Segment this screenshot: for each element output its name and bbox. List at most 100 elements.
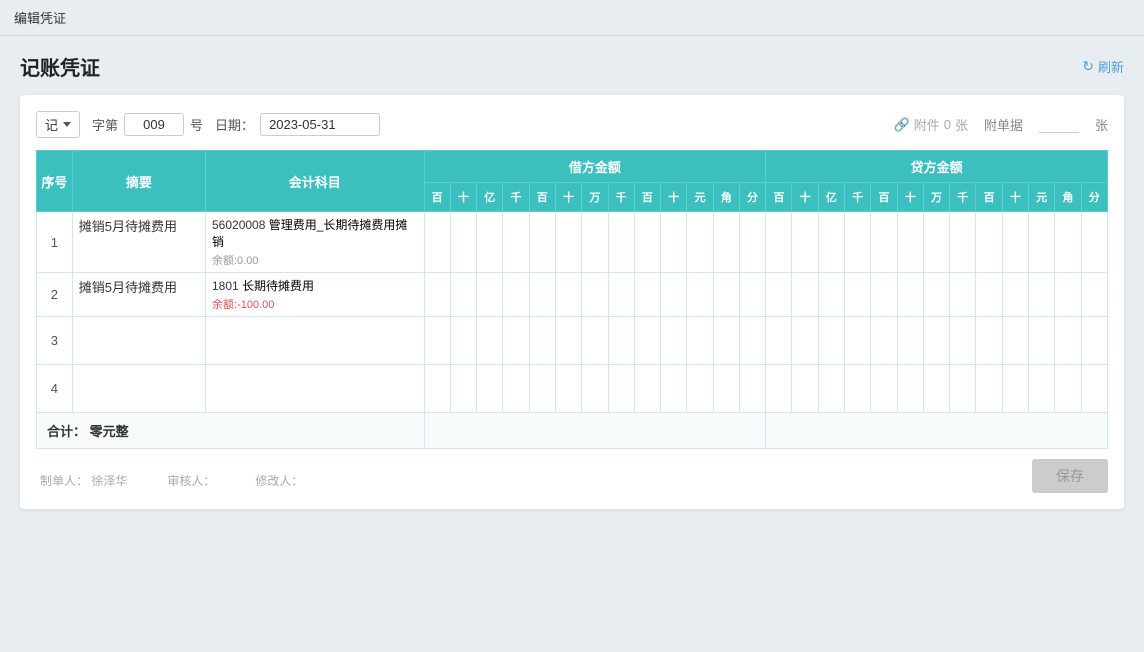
cell-credit-0-12[interactable] [1081,212,1107,273]
cell-credit-1-4[interactable] [871,273,897,317]
cell-credit-2-6[interactable] [923,317,949,365]
cell-seq-1[interactable]: 2 [37,273,73,317]
attachment-link[interactable]: 🔗 附件 0 张 [894,115,968,134]
cell-debit-0-0[interactable] [424,212,450,273]
cell-credit-3-11[interactable] [1055,365,1081,413]
cell-seq-2[interactable]: 3 [37,317,73,365]
cell-credit-1-10[interactable] [1029,273,1055,317]
cell-summary-3[interactable] [72,365,205,413]
cell-credit-0-8[interactable] [976,212,1002,273]
cell-credit-1-6[interactable] [923,273,949,317]
cell-credit-2-10[interactable] [1029,317,1055,365]
cell-debit-2-9[interactable] [661,317,687,365]
cell-credit-3-0[interactable] [766,365,792,413]
cell-debit-2-5[interactable] [555,317,581,365]
cell-credit-3-8[interactable] [976,365,1002,413]
cell-debit-3-8[interactable] [634,365,660,413]
cell-debit-1-11[interactable] [713,273,739,317]
cell-debit-0-2[interactable] [477,212,503,273]
cell-debit-1-9[interactable] [661,273,687,317]
cell-debit-2-2[interactable] [477,317,503,365]
cell-debit-3-5[interactable] [555,365,581,413]
cell-account-2[interactable] [206,317,425,365]
cell-debit-1-7[interactable] [608,273,634,317]
cell-credit-1-1[interactable] [792,273,818,317]
cell-debit-1-3[interactable] [503,273,529,317]
cell-summary-1[interactable]: 摊销5月待摊费用 [72,273,205,317]
cell-credit-0-0[interactable] [766,212,792,273]
cell-debit-3-7[interactable] [608,365,634,413]
cell-credit-3-7[interactable] [950,365,976,413]
cell-credit-0-3[interactable] [845,212,871,273]
cell-credit-2-11[interactable] [1055,317,1081,365]
cell-debit-0-8[interactable] [634,212,660,273]
cell-debit-1-8[interactable] [634,273,660,317]
cell-debit-1-2[interactable] [477,273,503,317]
cell-credit-0-1[interactable] [792,212,818,273]
cell-credit-2-5[interactable] [897,317,923,365]
cell-seq-0[interactable]: 1 [37,212,73,273]
cell-credit-2-3[interactable] [845,317,871,365]
cell-debit-2-6[interactable] [582,317,608,365]
cell-credit-2-7[interactable] [950,317,976,365]
cell-debit-2-7[interactable] [608,317,634,365]
save-button[interactable]: 保存 [1032,459,1108,493]
cell-debit-3-0[interactable] [424,365,450,413]
refresh-button[interactable]: ↻ 刷新 [1082,57,1124,76]
cell-debit-0-1[interactable] [450,212,476,273]
cell-debit-3-12[interactable] [739,365,765,413]
cell-debit-0-6[interactable] [582,212,608,273]
cell-credit-3-5[interactable] [897,365,923,413]
cell-credit-2-9[interactable] [1002,317,1028,365]
date-input[interactable] [260,113,380,136]
cell-credit-3-12[interactable] [1081,365,1107,413]
cell-debit-1-5[interactable] [555,273,581,317]
cell-credit-1-2[interactable] [818,273,844,317]
cell-credit-0-4[interactable] [871,212,897,273]
cell-summary-2[interactable] [72,317,205,365]
cell-debit-3-3[interactable] [503,365,529,413]
cell-credit-3-10[interactable] [1029,365,1055,413]
cell-debit-1-1[interactable] [450,273,476,317]
cell-debit-3-6[interactable] [582,365,608,413]
cell-debit-2-4[interactable] [529,317,555,365]
cell-credit-2-0[interactable] [766,317,792,365]
cell-debit-2-11[interactable] [713,317,739,365]
cell-debit-0-10[interactable] [687,212,713,273]
cell-credit-3-1[interactable] [792,365,818,413]
cell-debit-1-0[interactable] [424,273,450,317]
cell-debit-1-4[interactable] [529,273,555,317]
cell-debit-0-4[interactable] [529,212,555,273]
cell-debit-0-3[interactable] [503,212,529,273]
cell-credit-0-2[interactable] [818,212,844,273]
cell-credit-1-0[interactable] [766,273,792,317]
cell-debit-0-5[interactable] [555,212,581,273]
cell-debit-3-9[interactable] [661,365,687,413]
cell-credit-3-6[interactable] [923,365,949,413]
cell-credit-2-8[interactable] [976,317,1002,365]
cell-debit-1-12[interactable] [739,273,765,317]
cell-credit-1-11[interactable] [1055,273,1081,317]
cell-credit-3-2[interactable] [818,365,844,413]
cell-debit-3-10[interactable] [687,365,713,413]
cell-debit-0-11[interactable] [713,212,739,273]
cell-credit-1-12[interactable] [1081,273,1107,317]
cell-debit-2-8[interactable] [634,317,660,365]
cell-debit-2-1[interactable] [450,317,476,365]
cell-credit-2-1[interactable] [792,317,818,365]
cell-debit-2-0[interactable] [424,317,450,365]
cell-credit-0-10[interactable] [1029,212,1055,273]
cell-debit-0-9[interactable] [661,212,687,273]
cell-debit-2-10[interactable] [687,317,713,365]
cell-credit-1-8[interactable] [976,273,1002,317]
cell-credit-3-4[interactable] [871,365,897,413]
cell-credit-0-6[interactable] [923,212,949,273]
voucher-number-input[interactable] [124,113,184,136]
cell-credit-0-7[interactable] [950,212,976,273]
cell-debit-1-10[interactable] [687,273,713,317]
cell-credit-3-3[interactable] [845,365,871,413]
cell-credit-1-5[interactable] [897,273,923,317]
cell-debit-2-3[interactable] [503,317,529,365]
cell-debit-3-11[interactable] [713,365,739,413]
cell-credit-1-9[interactable] [1002,273,1028,317]
